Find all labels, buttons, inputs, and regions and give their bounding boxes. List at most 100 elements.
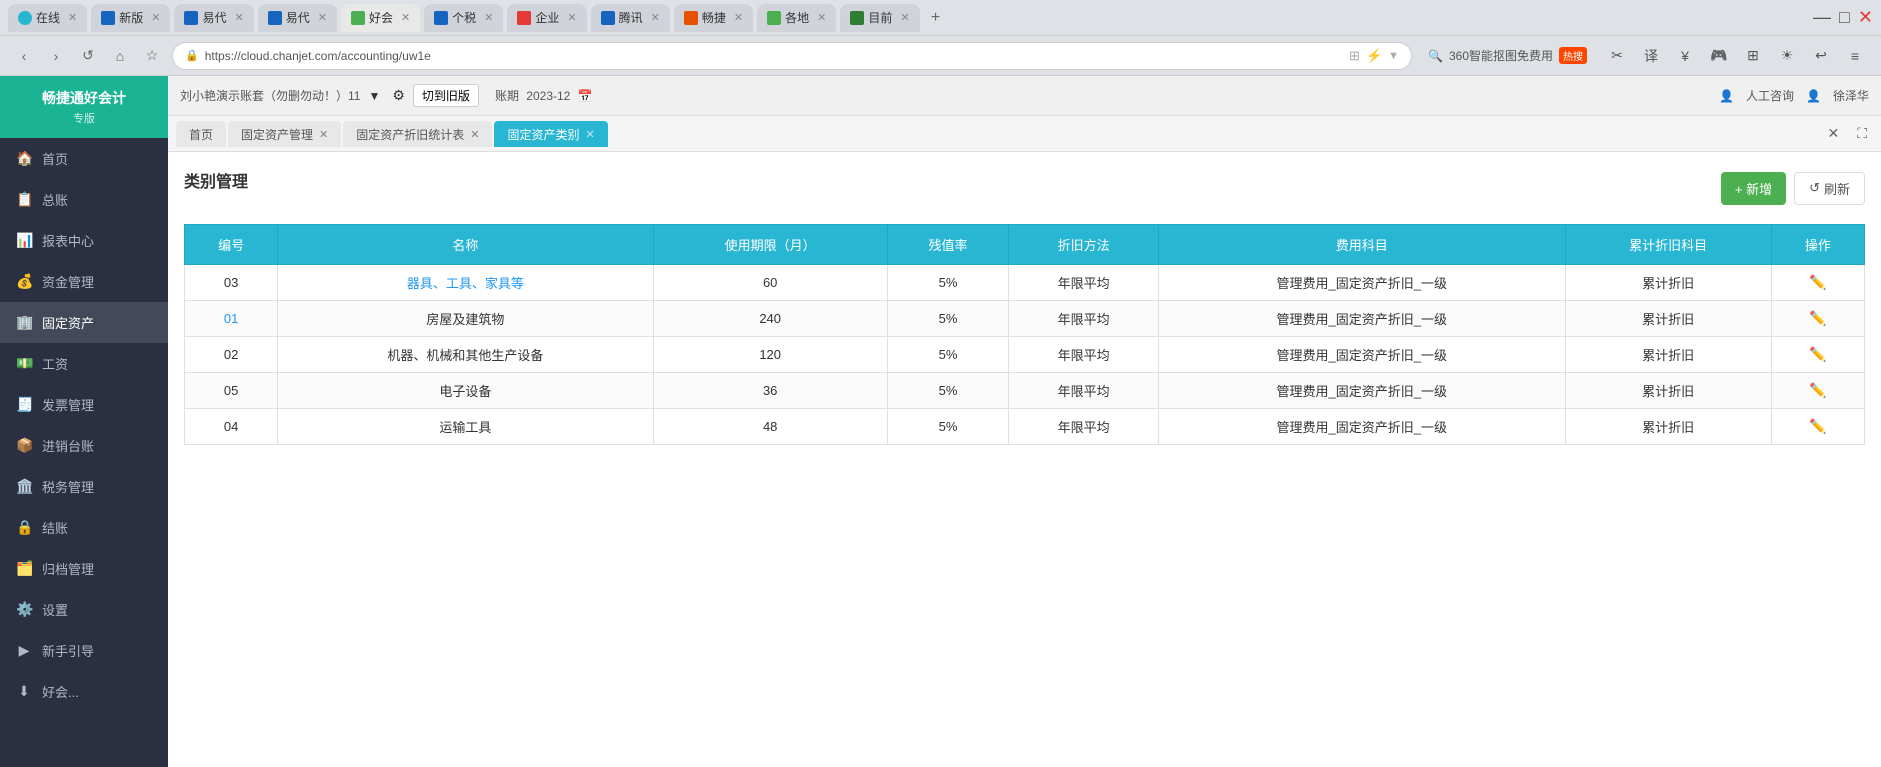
app-layout: 畅捷通好会计 专版 🏠 首页 📋 总账 📊 报表中心 💰 资金管理 🏢 固定资产… (0, 76, 1881, 767)
period-label: 账期 2023-12 📅 (495, 87, 593, 104)
cell-action[interactable]: ✏️ (1771, 373, 1864, 409)
tab-close-asset-category[interactable]: ✕ (586, 128, 595, 141)
scissors-icon[interactable]: ✂ (1603, 44, 1631, 68)
tab-close-11[interactable]: ✕ (900, 11, 909, 24)
cell-action[interactable]: ✏️ (1771, 337, 1864, 373)
close-button[interactable]: ✕ (1858, 7, 1873, 28)
menu-icon[interactable]: ≡ (1841, 44, 1869, 68)
sidebar-item-ledger[interactable]: 📋 总账 (0, 179, 168, 220)
sidebar-item-guide[interactable]: ▶ 新手引导 (0, 630, 168, 671)
window-close-button[interactable]: ✕ (1821, 123, 1845, 144)
ledger-icon: 📋 (16, 191, 32, 208)
forward-button[interactable]: › (44, 44, 68, 68)
cell-method: 年限平均 (1009, 409, 1159, 445)
brightness-icon[interactable]: ☀ (1773, 44, 1801, 68)
new-tab-button[interactable]: + (924, 6, 948, 30)
edit-icon[interactable]: ✏️ (1809, 346, 1826, 362)
calendar-icon[interactable]: 📅 (578, 89, 593, 103)
sidebar-item-fixed-assets[interactable]: 🏢 固定资产 (0, 302, 168, 343)
sidebar-item-payroll[interactable]: 💵 工资 (0, 343, 168, 384)
address-text: https://cloud.chanjet.com/accounting/uw1… (205, 49, 1343, 63)
row-name-link[interactable]: 器具、工具、家具等 (407, 276, 524, 291)
sidebar-header: 畅捷通好会计 专版 (0, 76, 168, 138)
tab-home[interactable]: 首页 (176, 121, 226, 147)
switch-view-button[interactable]: 切到旧版 (413, 84, 479, 107)
settings-gear-icon[interactable]: ⚙ (392, 87, 405, 104)
maximize-button[interactable]: □ (1839, 7, 1850, 28)
tab-close-3[interactable]: ✕ (234, 11, 243, 24)
address-box[interactable]: 🔒 https://cloud.chanjet.com/accounting/u… (172, 42, 1412, 70)
tab-close-7[interactable]: ✕ (567, 11, 576, 24)
table-row: 03 器具、工具、家具等 60 5% 年限平均 管理费用_固定资产折旧_一级 累… (185, 265, 1865, 301)
browser-tab-11[interactable]: 目前 ✕ (840, 4, 919, 32)
tab-window-controls: ✕ ⛶ (1821, 123, 1873, 144)
address-bar-row: ‹ › ↺ ⌂ ☆ 🔒 https://cloud.chanjet.com/ac… (0, 36, 1881, 76)
bookmark-button[interactable]: ☆ (140, 44, 164, 68)
browser-tab-8[interactable]: 腾讯 ✕ (591, 4, 670, 32)
back-button[interactable]: ‹ (12, 44, 36, 68)
reload-button[interactable]: ↺ (76, 44, 100, 68)
home-button[interactable]: ⌂ (108, 44, 132, 68)
refresh-button[interactable]: ↺ 刷新 (1794, 172, 1865, 205)
window-expand-button[interactable]: ⛶ (1851, 123, 1873, 144)
browser-tab-4[interactable]: 易代 ✕ (258, 4, 337, 32)
tab-close-1[interactable]: ✕ (68, 11, 77, 24)
translate-icon[interactable]: 译 (1637, 44, 1665, 68)
tab-close-fixed-asset-mgmt[interactable]: ✕ (319, 128, 328, 141)
tab-close-depreciation-stats[interactable]: ✕ (470, 128, 479, 141)
fixed-assets-icon: 🏢 (16, 314, 32, 331)
sidebar-item-more[interactable]: ⬇ 好会... (0, 671, 168, 712)
cell-residual: 5% (887, 337, 1008, 373)
app-topbar: 刘小艳演示账套（勿删勿动！）11 ▼ ⚙ 切到旧版 账期 2023-12 📅 👤… (168, 76, 1881, 116)
browser-tab-7[interactable]: 企业 ✕ (507, 4, 586, 32)
funds-icon: 💰 (16, 273, 32, 290)
cell-action[interactable]: ✏️ (1771, 301, 1864, 337)
tab-asset-category[interactable]: 固定资产类别 ✕ (494, 121, 607, 147)
edit-icon[interactable]: ✏️ (1809, 418, 1826, 434)
tab-close-2[interactable]: ✕ (151, 11, 160, 24)
sidebar-item-funds[interactable]: 💰 资金管理 (0, 261, 168, 302)
browser-tab-1[interactable]: 在线 ✕ (8, 4, 87, 32)
col-header-name: 名称 (278, 225, 653, 265)
tab-close-6[interactable]: ✕ (484, 11, 493, 24)
sidebar-item-closing[interactable]: 🔒 结账 (0, 507, 168, 548)
browser-tab-10[interactable]: 各地 ✕ (757, 4, 836, 32)
cell-depreciation: 累计折旧 (1565, 265, 1771, 301)
sidebar-item-inventory[interactable]: 📦 进销台账 (0, 425, 168, 466)
edit-icon[interactable]: ✏️ (1809, 274, 1826, 290)
sidebar-item-reports[interactable]: 📊 报表中心 (0, 220, 168, 261)
sidebar-item-tax[interactable]: 🏛️ 税务管理 (0, 466, 168, 507)
browser-tab-9[interactable]: 畅捷 ✕ (674, 4, 753, 32)
invoice-icon: 🧾 (16, 396, 32, 413)
search-area[interactable]: 🔍 360智能抠图免费用 热搜 (1428, 47, 1587, 64)
browser-tab-2[interactable]: 新版 ✕ (91, 4, 170, 32)
tab-fixed-asset-mgmt[interactable]: 固定资产管理 ✕ (228, 121, 341, 147)
edit-icon[interactable]: ✏️ (1809, 382, 1826, 398)
wallet-icon[interactable]: ¥ (1671, 44, 1699, 68)
edit-icon[interactable]: ✏️ (1809, 310, 1826, 326)
tab-depreciation-stats[interactable]: 固定资产折旧统计表 ✕ (343, 121, 492, 147)
cell-action[interactable]: ✏️ (1771, 265, 1864, 301)
add-button[interactable]: + 新增 (1721, 172, 1786, 205)
browser-tab-3[interactable]: 易代 ✕ (174, 4, 253, 32)
tab-close-4[interactable]: ✕ (318, 11, 327, 24)
cell-expense: 管理费用_固定资产折旧_一级 (1158, 265, 1565, 301)
tab-close-10[interactable]: ✕ (817, 11, 826, 24)
sidebar-item-settings[interactable]: ⚙️ 设置 (0, 589, 168, 630)
minimize-button[interactable]: — (1813, 7, 1831, 28)
game-icon[interactable]: 🎮 (1705, 44, 1733, 68)
sidebar-item-home[interactable]: 🏠 首页 (0, 138, 168, 179)
browser-tab-6[interactable]: 个税 ✕ (424, 4, 503, 32)
tab-close-8[interactable]: ✕ (651, 11, 660, 24)
cell-method: 年限平均 (1009, 265, 1159, 301)
tab-close-5[interactable]: ✕ (401, 11, 410, 24)
browser-tab-5[interactable]: 好会 ✕ (341, 4, 420, 32)
undo-icon[interactable]: ↩ (1807, 44, 1835, 68)
dropdown-icon[interactable]: ▼ (368, 89, 380, 103)
cell-code: 03 (185, 265, 278, 301)
tab-close-9[interactable]: ✕ (734, 11, 743, 24)
cell-action[interactable]: ✏️ (1771, 409, 1864, 445)
grid-icon[interactable]: ⊞ (1739, 44, 1767, 68)
sidebar-item-archive[interactable]: 🗂️ 归档管理 (0, 548, 168, 589)
sidebar-item-invoice[interactable]: 🧾 发票管理 (0, 384, 168, 425)
